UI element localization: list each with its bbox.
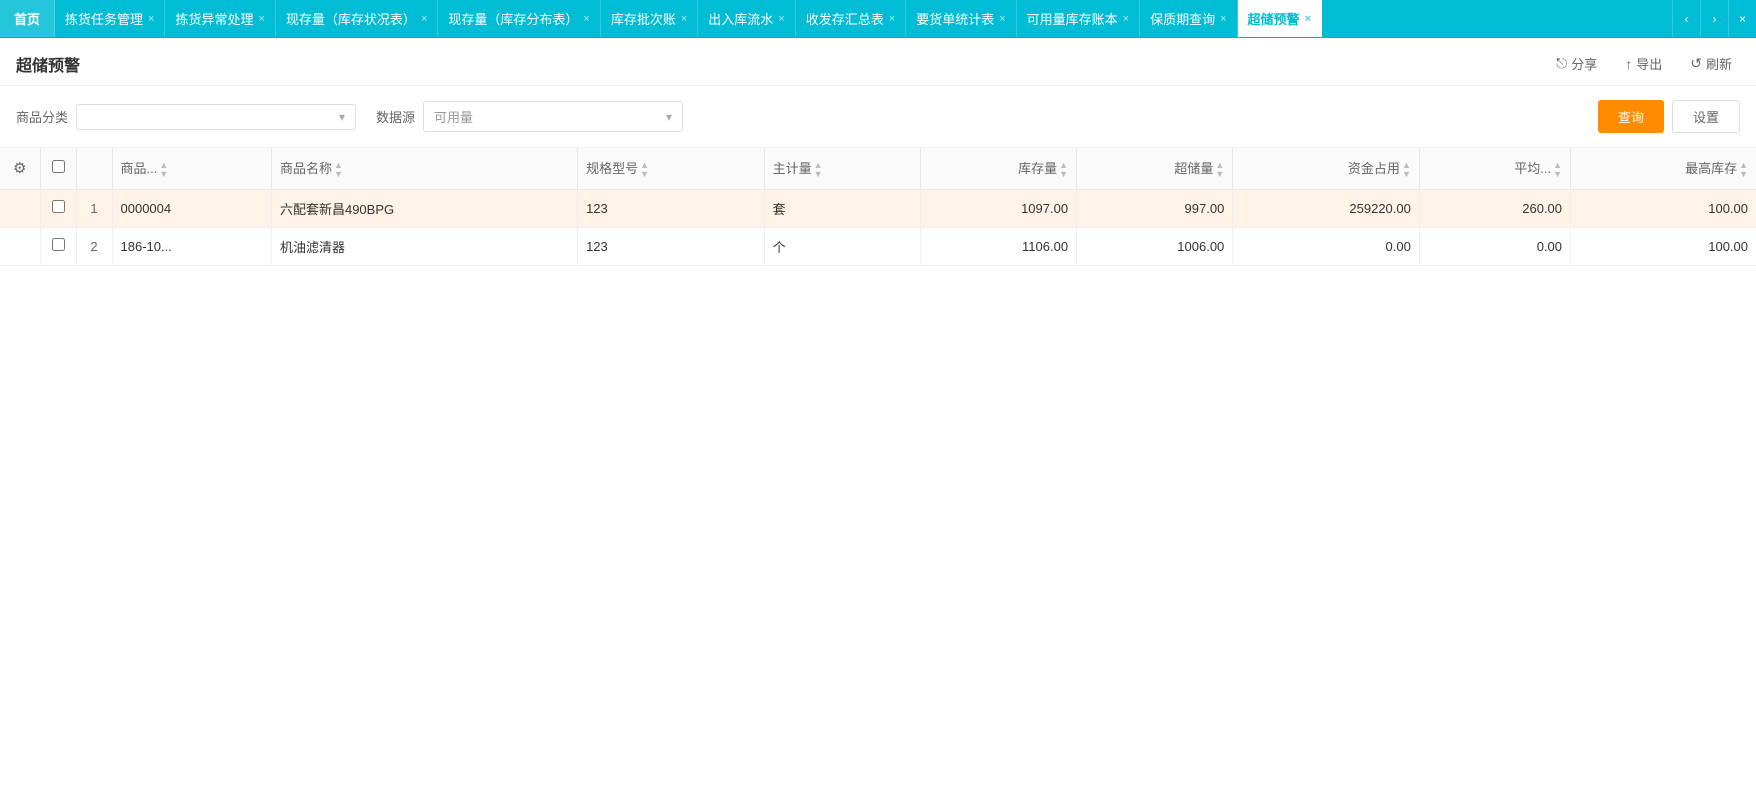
col-index — [76, 148, 112, 189]
col-stock[interactable]: 库存量▲▼ — [920, 148, 1076, 189]
row-avg: 260.00 — [1419, 189, 1570, 227]
row-over-stock: 1006.00 — [1077, 227, 1233, 265]
row-index: 2 — [76, 227, 112, 265]
nav-tab[interactable]: 超储预警× — [1238, 0, 1322, 37]
nav-arrows: ‹ › × — [1672, 0, 1756, 37]
row-check-cell — [40, 189, 76, 227]
nav-tab[interactable]: 现存量（库存状况表）× — [276, 0, 438, 37]
nav-tab[interactable]: 要货单统计表× — [906, 0, 1016, 37]
select-all-checkbox[interactable] — [52, 160, 65, 173]
table-body: 1 0000004 六配套新昌490BPG 123 套 1097.00 997.… — [0, 189, 1756, 265]
table-header: ⚙ 商品...▲▼ 商品名称▲▼ 规格型号▲▼ — [0, 148, 1756, 189]
tab-close-btn[interactable]: × — [999, 13, 1005, 25]
nav-tab[interactable]: 库存批次账× — [601, 0, 698, 37]
query-button[interactable]: 查询 — [1598, 100, 1664, 133]
tab-close-btn[interactable]: × — [583, 13, 589, 25]
nav-tab[interactable]: 收发存汇总表× — [796, 0, 906, 37]
row-capital: 259220.00 — [1233, 189, 1420, 227]
datasource-select[interactable]: 可用量 ▾ — [423, 101, 683, 132]
table-row: 1 0000004 六配套新昌490BPG 123 套 1097.00 997.… — [0, 189, 1756, 227]
share-button[interactable]: ⎋ 分享 — [1548, 50, 1605, 77]
row-over-stock: 997.00 — [1077, 189, 1233, 227]
category-label: 商品分类 — [16, 107, 68, 126]
row-unit: 套 — [764, 189, 920, 227]
col-avg[interactable]: 平均...▲▼ — [1419, 148, 1570, 189]
filter-datasource-group: 数据源 可用量 ▾ — [376, 101, 683, 132]
export-icon: ↑ — [1625, 56, 1632, 72]
nav-tab[interactable]: 拣货异常处理× — [165, 0, 275, 37]
row-checkbox[interactable] — [52, 238, 65, 251]
col-product-name[interactable]: 商品名称▲▼ — [271, 148, 577, 189]
table-row: 2 186-10... 机油滤清器 123 个 1106.00 1006.00 … — [0, 227, 1756, 265]
row-checkbox[interactable] — [52, 200, 65, 213]
tab-close-btn[interactable]: × — [421, 13, 427, 25]
datasource-value: 可用量 — [434, 107, 473, 126]
row-product-code: 186-10... — [112, 227, 271, 265]
tab-close-btn[interactable]: × — [1123, 13, 1129, 25]
page-content: 超储预警 ⎋ 分享 ↑ 导出 ↺ 刷新 商品分类 ▾ 数据源 — [0, 38, 1756, 800]
datasource-label: 数据源 — [376, 107, 415, 126]
page-title: 超储预警 — [16, 52, 80, 76]
data-table: ⚙ 商品...▲▼ 商品名称▲▼ 规格型号▲▼ — [0, 148, 1756, 266]
category-dropdown-icon: ▾ — [339, 110, 345, 124]
tab-close-btn[interactable]: × — [258, 13, 264, 25]
row-product-code: 0000004 — [112, 189, 271, 227]
row-product-name: 机油滤清器 — [271, 227, 577, 265]
filter-buttons: 查询 设置 — [1598, 100, 1740, 133]
nav-tab[interactable]: 现存量（库存分布表）× — [438, 0, 600, 37]
settings-button[interactable]: 设置 — [1672, 100, 1740, 133]
row-check-cell — [40, 227, 76, 265]
header-actions: ⎋ 分享 ↑ 导出 ↺ 刷新 — [1548, 50, 1740, 77]
row-stock: 1106.00 — [920, 227, 1076, 265]
row-spec: 123 — [578, 227, 765, 265]
row-stock: 1097.00 — [920, 189, 1076, 227]
row-index: 1 — [76, 189, 112, 227]
col-product-code[interactable]: 商品...▲▼ — [112, 148, 271, 189]
tab-close-btn[interactable]: × — [1220, 13, 1226, 25]
col-spec[interactable]: 规格型号▲▼ — [578, 148, 765, 189]
row-avg: 0.00 — [1419, 227, 1570, 265]
row-capital: 0.00 — [1233, 227, 1420, 265]
category-select[interactable]: ▾ — [76, 104, 356, 130]
nav-home[interactable]: 首页 — [0, 0, 55, 37]
tab-close-btn[interactable]: × — [1305, 13, 1311, 25]
col-gear: ⚙ — [0, 148, 40, 189]
col-unit[interactable]: 主计量▲▼ — [764, 148, 920, 189]
nav-tab[interactable]: 可用量库存账本× — [1017, 0, 1140, 37]
nav-tab[interactable]: 出入库流水× — [698, 0, 795, 37]
nav-left-arrow[interactable]: ‹ — [1672, 0, 1700, 37]
datasource-dropdown-icon: ▾ — [666, 110, 672, 124]
row-max-stock: 100.00 — [1571, 189, 1756, 227]
table-container: ⚙ 商品...▲▼ 商品名称▲▼ 规格型号▲▼ — [0, 148, 1756, 266]
nav-right-arrow[interactable]: › — [1700, 0, 1728, 37]
top-navigation: 首页 拣货任务管理×拣货异常处理×现存量（库存状况表）×现存量（库存分布表）×库… — [0, 0, 1756, 38]
row-unit: 个 — [764, 227, 920, 265]
filter-category-group: 商品分类 ▾ — [16, 104, 356, 130]
tab-close-btn[interactable]: × — [681, 13, 687, 25]
nav-tab[interactable]: 拣货任务管理× — [55, 0, 165, 37]
row-spec: 123 — [578, 189, 765, 227]
export-button[interactable]: ↑ 导出 — [1617, 50, 1670, 77]
share-icon: ⎋ — [1556, 55, 1567, 72]
tab-close-btn[interactable]: × — [889, 13, 895, 25]
nav-tab[interactable]: 保质期查询× — [1140, 0, 1237, 37]
page-header: 超储预警 ⎋ 分享 ↑ 导出 ↺ 刷新 — [0, 38, 1756, 86]
refresh-icon: ↺ — [1690, 55, 1702, 72]
row-gear-cell — [0, 189, 40, 227]
row-gear-cell — [0, 227, 40, 265]
col-check — [40, 148, 76, 189]
col-over-stock[interactable]: 超储量▲▼ — [1077, 148, 1233, 189]
filter-area: 商品分类 ▾ 数据源 可用量 ▾ 查询 设置 — [0, 86, 1756, 148]
row-max-stock: 100.00 — [1571, 227, 1756, 265]
nav-close-arrow[interactable]: × — [1728, 0, 1756, 37]
col-capital[interactable]: 资金占用▲▼ — [1233, 148, 1420, 189]
tab-close-btn[interactable]: × — [148, 13, 154, 25]
col-max-stock[interactable]: 最高库存▲▼ — [1571, 148, 1756, 189]
gear-settings-icon[interactable]: ⚙ — [13, 160, 26, 177]
row-product-name: 六配套新昌490BPG — [271, 189, 577, 227]
tab-close-btn[interactable]: × — [778, 13, 784, 25]
refresh-button[interactable]: ↺ 刷新 — [1682, 50, 1740, 77]
